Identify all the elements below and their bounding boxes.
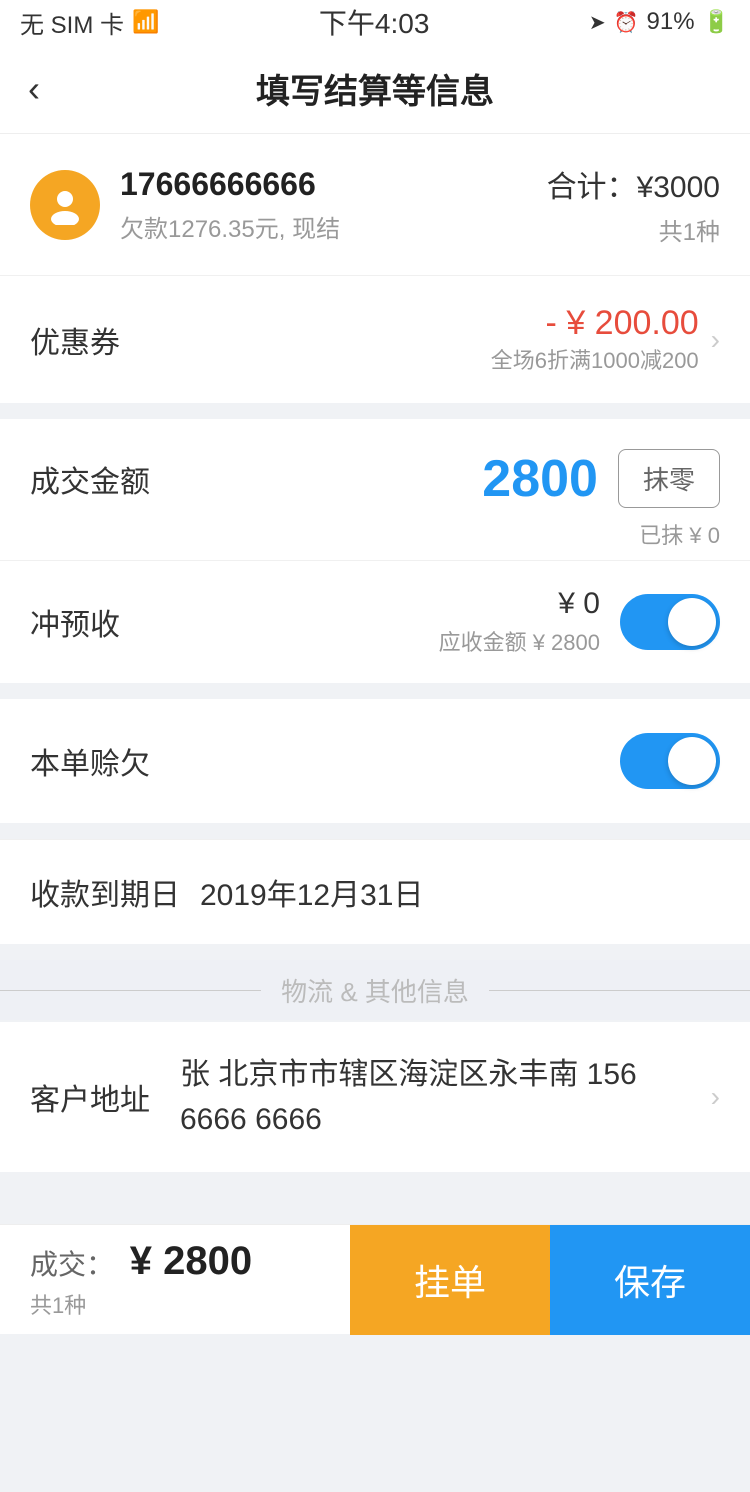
address-row[interactable]: 客户地址 张 北京市市辖区海淀区永丰南 156 6666 6666 › [0,1022,750,1172]
round-button[interactable]: 抹零 [618,449,720,508]
back-button[interactable]: ‹ [28,68,40,110]
amount-section: 成交金额 2800 抹零 已抹 ¥ 0 冲预收 ¥ 0 应收金额 ¥ 2800 [0,419,750,683]
duedate-row: 收款到期日 2019年12月31日 [0,839,750,944]
debt-label: 本单赊欠 [30,739,150,783]
status-time: 下午4:03 [319,2,430,42]
total-label: 合计： [547,171,637,204]
bottom-deal-count: 共1种 [30,1288,320,1320]
battery-icon [703,8,730,36]
debt-row: 本单赊欠 [0,699,750,823]
divider-line-right [489,990,750,991]
coupon-label: 优惠券 [30,318,120,362]
amount-main-row: 成交金额 2800 抹零 [0,419,750,518]
spacer1 [0,944,750,960]
status-right: 91% [589,8,730,36]
status-left: 无 SIM 卡 [20,5,159,40]
bottom-deal-amount: ¥ 2800 [130,1239,252,1283]
bottom-bar: 成交： ¥ 2800 共1种 挂单 保存 [0,1224,750,1334]
debt-toggle[interactable] [620,733,720,789]
customer-right: 合计：¥3000 共1种 [547,162,720,247]
coupon-right: - ¥ 200.00 全场6折满1000减200 › [491,304,720,375]
prereceive-sub: 应收金额 ¥ 2800 [439,625,600,657]
amount-right: 2800 抹零 [482,449,720,508]
duedate-value: 2019年12月31日 [200,870,423,914]
prereceive-right: ¥ 0 应收金额 ¥ 2800 [439,587,720,657]
duedate-label: 收款到期日 [30,870,180,914]
prereceive-label: 冲预收 [30,600,120,644]
nav-bar: ‹ 填写结算等信息 [0,44,750,134]
address-value: 张 北京市市辖区海淀区永丰南 156 6666 6666 [180,1052,701,1142]
chevron-right-icon: › [711,324,720,356]
customer-info: 17666666666 欠款1276.35元, 现结 [120,166,340,244]
prereceive-val: ¥ 0 [439,587,600,621]
alarm-icon [614,8,639,36]
amount-row: 成交金额 2800 抹零 已抹 ¥ 0 [0,419,750,560]
bottom-summary: 成交： ¥ 2800 共1种 [0,1239,350,1320]
amount-value: 2800 [482,453,598,505]
battery-text: 91% [647,8,695,36]
status-bar: 无 SIM 卡 下午4:03 91% [0,0,750,44]
amount-sub: 已抹 ¥ 0 [0,518,750,560]
no-sim-text: 无 SIM 卡 [20,5,124,40]
prereceive-values: ¥ 0 应收金额 ¥ 2800 [439,587,600,657]
divider-text: 物流 & 其他信息 [261,972,489,1009]
wifi-icon [132,8,159,36]
address-chevron-icon: › [711,1081,720,1113]
section-divider: 物流 & 其他信息 [0,960,750,1020]
page-title: 填写结算等信息 [256,64,494,113]
coupon-discount: - ¥ 200.00 [491,304,699,343]
coupon-desc: 全场6折满1000减200 [491,343,699,375]
debt-toggle-knob [668,737,716,785]
bottom-deal-label: 成交： [30,1249,114,1280]
prereceive-row: 冲预收 ¥ 0 应收金额 ¥ 2800 [0,560,750,683]
customer-sub-info: 欠款1276.35元, 现结 [120,209,340,244]
customer-row: 17666666666 欠款1276.35元, 现结 合计：¥3000 共1种 [0,134,750,275]
prereceive-toggle[interactable] [620,594,720,650]
customer-phone: 17666666666 [120,166,340,203]
location-icon [589,8,606,36]
customer-total: 合计：¥3000 [547,162,720,206]
toggle-knob [668,598,716,646]
pending-button[interactable]: 挂单 [350,1225,550,1335]
bottom-deal-row: 成交： ¥ 2800 [30,1239,320,1284]
avatar [30,170,100,240]
coupon-row[interactable]: 优惠券 - ¥ 200.00 全场6折满1000减200 › [0,275,750,403]
divider-line-left [0,990,261,991]
address-label: 客户地址 [30,1075,150,1119]
save-button[interactable]: 保存 [550,1225,750,1335]
customer-left: 17666666666 欠款1276.35元, 现结 [30,166,340,244]
amount-label: 成交金额 [30,457,150,501]
customer-count: 共1种 [547,212,720,247]
customer-card: 17666666666 欠款1276.35元, 现结 合计：¥3000 共1种 … [0,134,750,403]
total-value: ¥3000 [637,171,720,204]
